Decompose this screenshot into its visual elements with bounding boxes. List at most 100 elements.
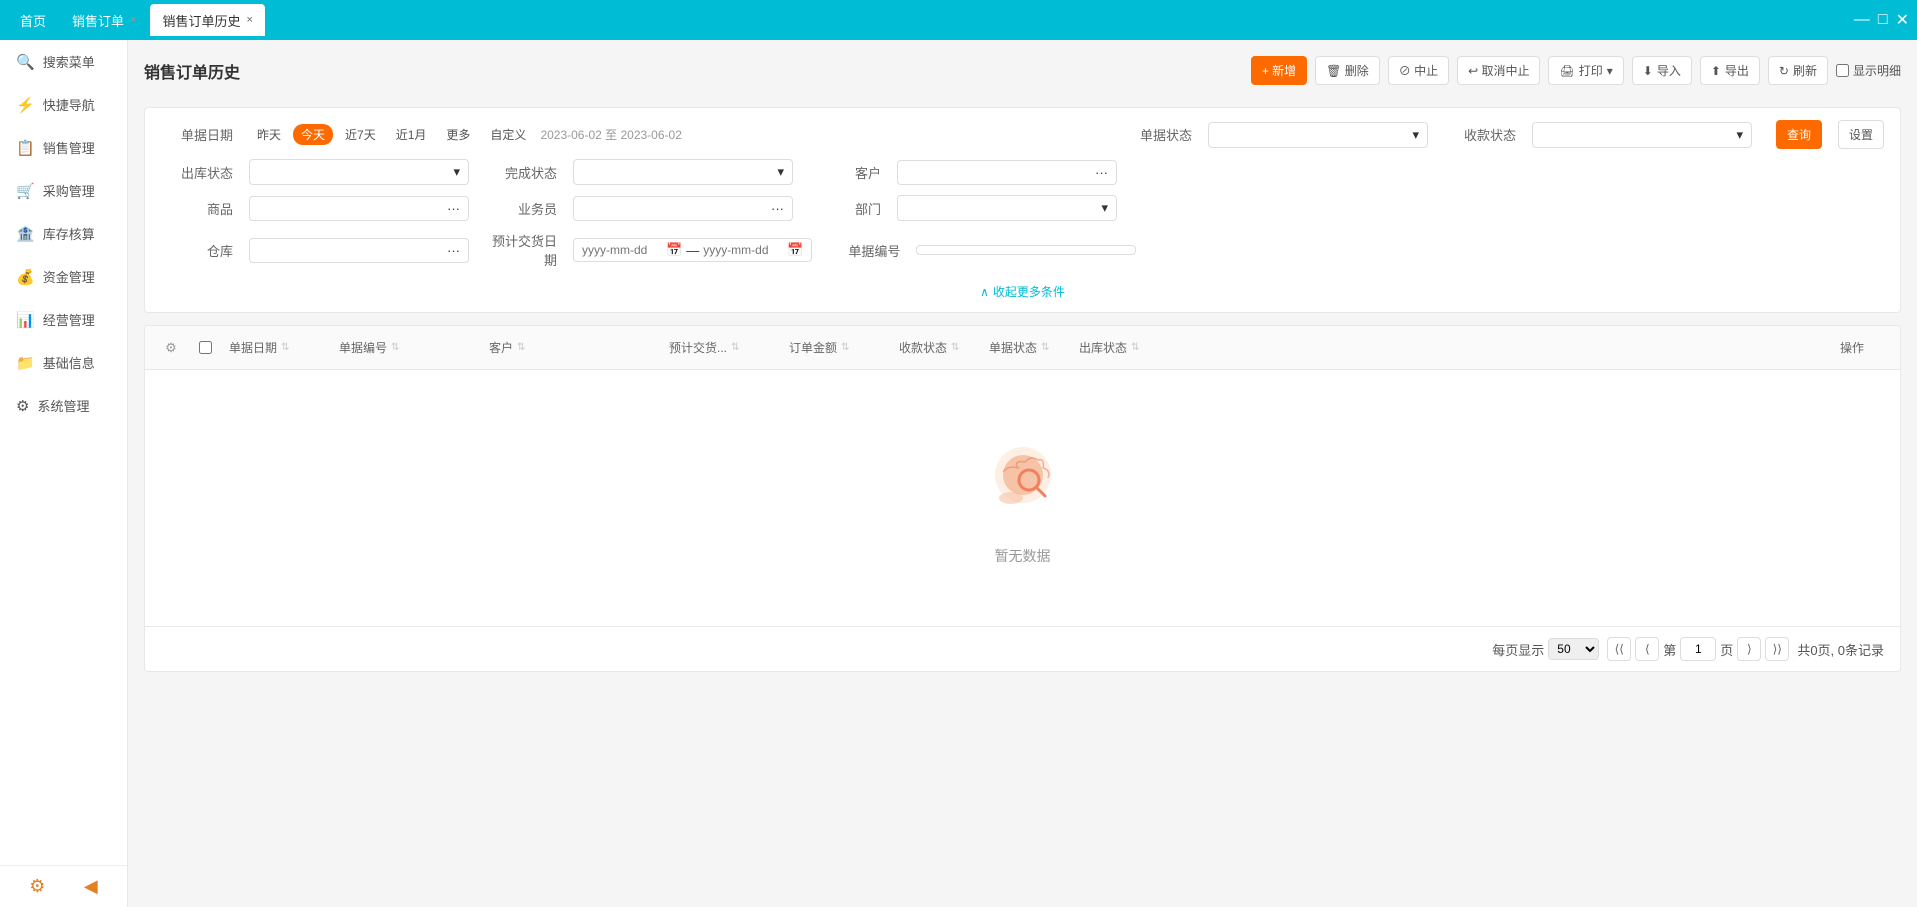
sidebar-item-purchase[interactable]: 🛒 采购管理 [0, 169, 127, 212]
dept-select[interactable]: ▾ [897, 195, 1117, 221]
order-no-label: 单据编号 [828, 241, 900, 260]
capital-icon: 💰 [16, 268, 35, 286]
th-no[interactable]: 单据编号 ⇅ [331, 339, 481, 356]
page-prev-btn[interactable]: ⟨ [1635, 637, 1659, 661]
export-button[interactable]: ⬆ 导出 [1700, 56, 1760, 85]
payment-status-select[interactable]: ▾ [1532, 122, 1752, 148]
cancel-stop-button[interactable]: ↩ 取消中止 [1457, 56, 1540, 85]
th-customer[interactable]: 客户 ⇅ [481, 339, 661, 356]
chip-custom[interactable]: 自定义 [482, 124, 534, 145]
goods-select[interactable]: ··· [249, 196, 469, 221]
date-filter-value: 昨天 今天 近7天 近1月 更多 自定义 2023-06-02 至 2023-0… [249, 124, 1104, 145]
th-pay-status[interactable]: 收款状态 ⇅ [891, 339, 981, 356]
delivery-date-label: 预计交货日期 [485, 231, 557, 269]
page-size-selector[interactable]: 每页显示 10 20 50 100 [1492, 638, 1599, 660]
page-title: 销售订单历史 [144, 59, 240, 83]
delivery-from-input[interactable] [582, 243, 662, 257]
import-icon: ⬇ [1643, 64, 1653, 78]
filter-row-3: 商品 ··· 业务员 ··· 部门 ▾ [161, 195, 1884, 221]
import-label: 导入 [1657, 62, 1681, 79]
refresh-button[interactable]: ↻ 刷新 [1768, 56, 1828, 85]
sidebar-item-operation[interactable]: 📊 经营管理 [0, 298, 127, 341]
empty-illustration [973, 430, 1073, 530]
sidebar-item-quick-nav-label: 快捷导航 [43, 95, 95, 114]
chip-yesterday[interactable]: 昨天 [249, 124, 289, 145]
page-num-input[interactable] [1680, 637, 1716, 661]
th-date-sort: ⇅ [281, 342, 289, 353]
filter-row-1: 单据日期 昨天 今天 近7天 近1月 更多 自定义 2023-06-02 至 2… [161, 120, 1884, 149]
page-last-btn[interactable]: ⟩⟩ [1765, 637, 1789, 661]
query-button[interactable]: 查询 [1776, 120, 1822, 149]
tab-home[interactable]: 首页 [8, 4, 58, 36]
table-header: ⚙ 单据日期 ⇅ 单据编号 ⇅ 客户 ⇅ 预计交货... [145, 326, 1900, 370]
customer-select[interactable]: ··· [897, 160, 1117, 185]
delete-button[interactable]: 🗑 删除 [1315, 56, 1380, 85]
tab-sales-order-history[interactable]: 销售订单历史 × [150, 4, 264, 36]
th-delivery-sort: ⇅ [731, 342, 739, 353]
th-out-status[interactable]: 出库状态 ⇅ [1071, 339, 1161, 356]
show-detail-toggle[interactable]: 显示明细 [1836, 62, 1901, 79]
order-no-input[interactable] [916, 245, 1136, 255]
sidebar-item-capital[interactable]: 💰 资金管理 [0, 255, 127, 298]
per-page-select[interactable]: 10 20 50 100 [1548, 638, 1599, 660]
th-order-status-label: 单据状态 [989, 339, 1037, 356]
main-layout: 🔍 搜索菜单 ⚡ 快捷导航 📋 销售管理 🛒 采购管理 🏦 库存核算 💰 资金管… [0, 40, 1917, 907]
order-status-select[interactable]: ▾ [1208, 122, 1428, 148]
tab-sales-order-close[interactable]: × [130, 14, 136, 26]
th-amount[interactable]: 订单金额 ⇅ [781, 339, 891, 356]
sidebar-item-inventory[interactable]: 🏦 库存核算 [0, 212, 127, 255]
window-close-btn[interactable]: ✕ [1896, 10, 1909, 30]
basic-info-icon: 📁 [16, 354, 35, 372]
th-order-sort: ⇅ [1041, 342, 1049, 353]
page-first-btn[interactable]: ⟨⟨ [1607, 637, 1631, 661]
sidebar-item-search[interactable]: 🔍 搜索菜单 [0, 40, 127, 83]
salesperson-select[interactable]: ··· [573, 196, 793, 221]
th-delivery[interactable]: 预计交货... ⇅ [661, 339, 781, 356]
delivery-calendar-to[interactable]: 📅 [787, 242, 803, 258]
collapse-row[interactable]: ∧ 收起更多条件 [161, 279, 1884, 300]
chip-today[interactable]: 今天 [293, 124, 333, 145]
window-min-btn[interactable]: — [1854, 11, 1870, 29]
page-label2: 页 [1720, 640, 1733, 659]
warehouse-select[interactable]: ··· [249, 238, 469, 263]
th-out-sort: ⇅ [1131, 342, 1139, 353]
import-button[interactable]: ⬇ 导入 [1632, 56, 1692, 85]
sidebar-item-purchase-label: 采购管理 [43, 181, 95, 200]
table-select-all[interactable] [189, 341, 221, 354]
new-button[interactable]: + 新增 [1251, 56, 1307, 85]
delivery-date-range[interactable]: 📅 — 📅 [573, 238, 812, 262]
stop-button[interactable]: ⊘ 中止 [1388, 56, 1449, 85]
select-all-checkbox[interactable] [199, 341, 212, 354]
pagination-bar: 每页显示 10 20 50 100 ⟨⟨ ⟨ 第 页 ⟩ ⟩⟩ [145, 626, 1900, 671]
delivery-calendar-from[interactable]: 📅 [666, 242, 682, 258]
filter-area: 单据日期 昨天 今天 近7天 近1月 更多 自定义 2023-06-02 至 2… [144, 107, 1901, 313]
show-detail-checkbox[interactable] [1836, 64, 1849, 77]
delivery-to-input[interactable] [703, 243, 783, 257]
th-order-status[interactable]: 单据状态 ⇅ [981, 339, 1071, 356]
warehouse-label: 仓库 [161, 241, 233, 260]
th-date[interactable]: 单据日期 ⇅ [221, 339, 331, 356]
window-max-btn[interactable]: □ [1878, 11, 1888, 29]
chip-more[interactable]: 更多 [438, 124, 478, 145]
chip-7days[interactable]: 近7天 [337, 124, 384, 145]
tab-sales-order-history-close[interactable]: × [246, 14, 252, 26]
sidebar-collapse-icon[interactable]: ◀ [84, 876, 98, 897]
sidebar-item-basic-info[interactable]: 📁 基础信息 [0, 341, 127, 384]
order-status-chevron: ▾ [1412, 127, 1419, 143]
toolbar: + 新增 🗑 删除 ⊘ 中止 ↩ 取消中止 🖨 打印 ▾ ⬇ 导入 ⬆ 导出 [1251, 56, 1901, 85]
out-status-select[interactable]: ▾ [249, 159, 469, 185]
settings-filter-button[interactable]: 设置 [1838, 120, 1884, 149]
payment-status-label: 收款状态 [1444, 125, 1516, 144]
search-menu-icon: 🔍 [16, 53, 35, 71]
table-settings-btn[interactable]: ⚙ [153, 340, 189, 356]
filter-row-2: 出库状态 ▾ 完成状态 ▾ 客户 ··· [161, 159, 1884, 185]
sidebar-settings-icon[interactable]: ⚙ [29, 876, 45, 897]
page-next-btn[interactable]: ⟩ [1737, 637, 1761, 661]
complete-status-select[interactable]: ▾ [573, 159, 793, 185]
sidebar-item-quick-nav[interactable]: ⚡ 快捷导航 [0, 83, 127, 126]
sidebar-item-sales[interactable]: 📋 销售管理 [0, 126, 127, 169]
sidebar-item-system[interactable]: ⚙ 系统管理 [0, 384, 127, 427]
chip-1month[interactable]: 近1月 [388, 124, 435, 145]
tab-sales-order[interactable]: 销售订单 × [60, 4, 148, 36]
print-button[interactable]: 🖨 打印 ▾ [1548, 56, 1623, 85]
